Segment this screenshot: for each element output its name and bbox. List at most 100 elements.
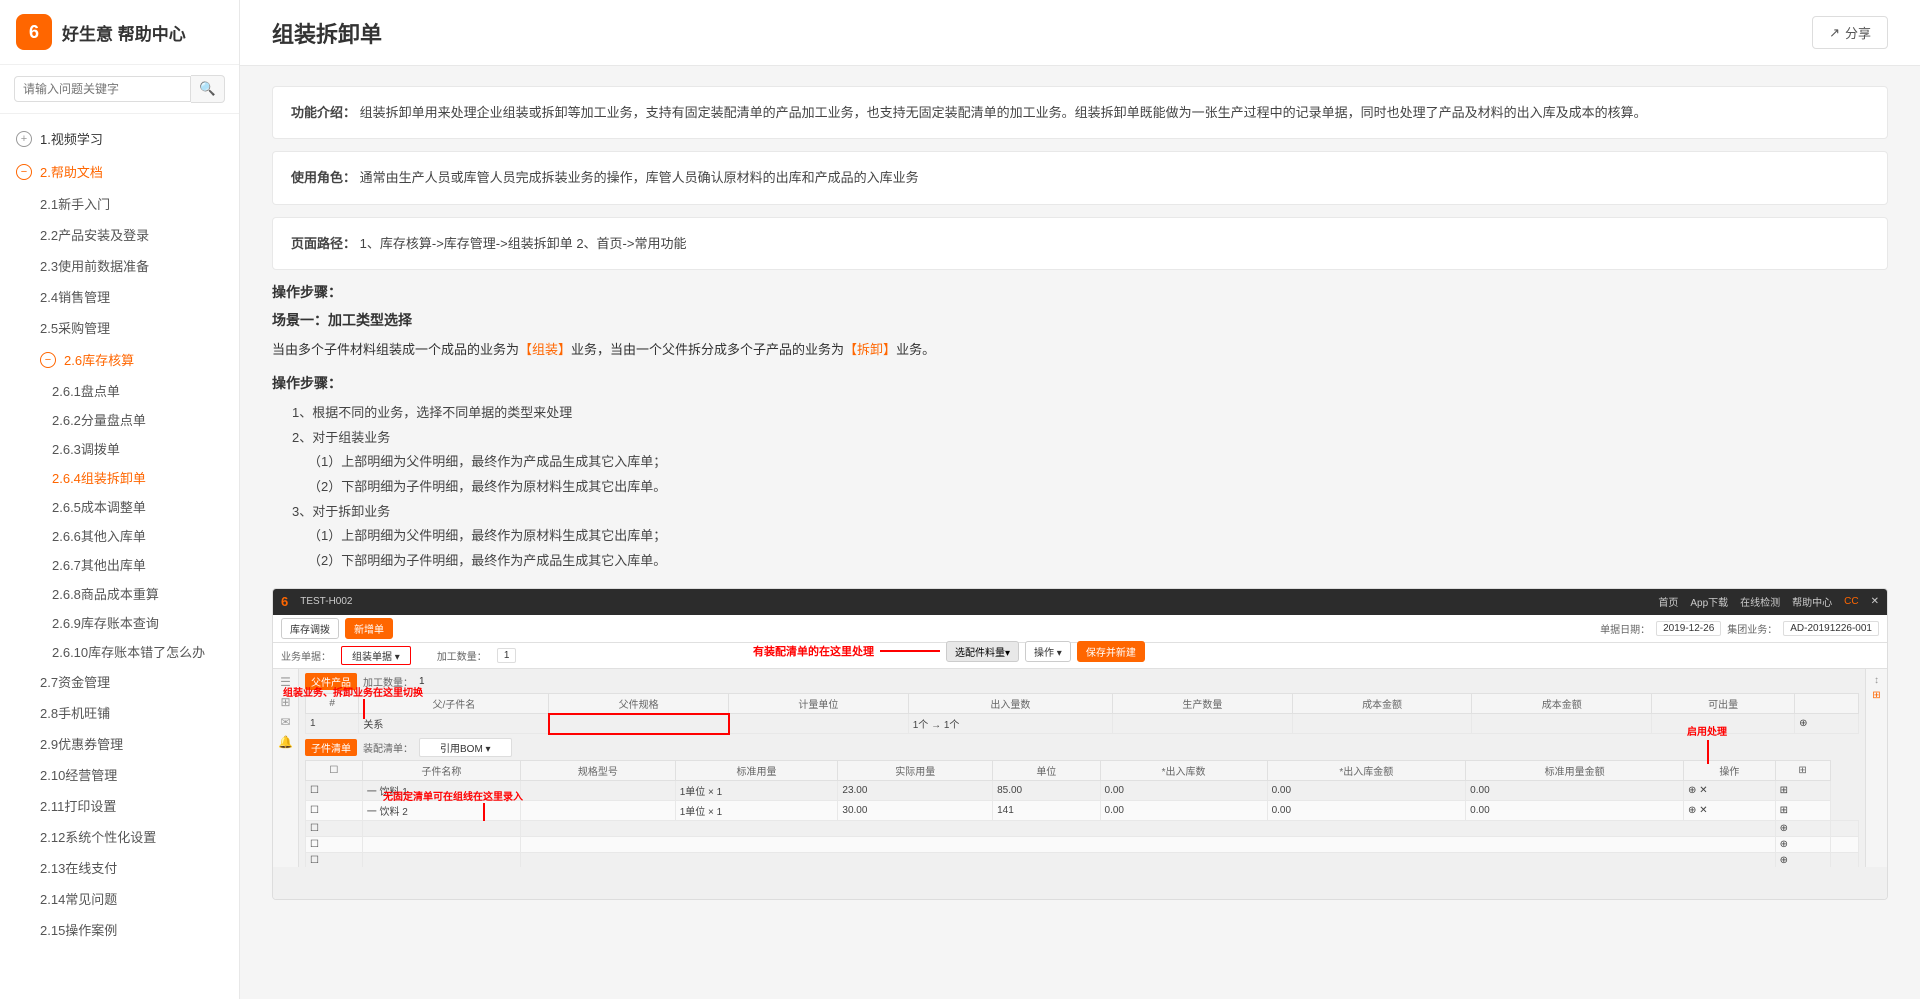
share-label: 分享 [1845, 23, 1871, 42]
logo-icon: 6 [16, 14, 52, 50]
sidebar-item-assembly[interactable]: 2.6.4组装拆卸单 [0, 463, 239, 492]
cell-check1[interactable]: ☐ [306, 780, 363, 800]
logo-text: 好生意 帮助中心 [62, 20, 186, 45]
main-header: 组装拆卸单 ↗ 分享 [240, 0, 1920, 66]
mock-lower-section-bar: 子件清单 装配清单： 引用BOM ▾ [305, 738, 1859, 757]
col-expand: ⊞ [1775, 760, 1830, 780]
sidebar: 6 好生意 帮助中心 🔍 + 1.视频学习 − 2.帮助文档 2.1新手入门 2… [0, 0, 240, 999]
sidebar-item-inventory[interactable]: − 2.6库存核算 [0, 343, 239, 376]
step3-sub1: （1）上部明细为父件明细，最终作为原材料生成其它出库单； [308, 524, 1888, 549]
sidebar-item-video[interactable]: + 1.视频学习 [0, 122, 239, 155]
cell-lstdcost1: 0.00 [1466, 780, 1684, 800]
mock-btn-more[interactable]: 操作 ▾ [1025, 641, 1071, 662]
annotation-area1: 有装配清单的在这里处理 选配件料量▾ 操作 ▾ 保存并新建 [753, 641, 1145, 662]
cell-lstd1: 1单位 × 1 [675, 780, 838, 800]
sidebar-item-sales[interactable]: 2.4销售管理 [0, 281, 239, 312]
mock-qty-label: 加工数量： [437, 648, 487, 663]
sidebar-item-install[interactable]: 2.2产品安装及登录 [0, 219, 239, 250]
cell-qty: 1个 → 1个 [908, 714, 1112, 734]
cell-check4[interactable]: ☐ [306, 836, 363, 852]
cell-check3[interactable]: ☐ [306, 820, 363, 836]
col-std-qty: 标准用量 [675, 760, 838, 780]
mock-btn-add[interactable]: 新增单 [345, 618, 393, 639]
mock-content-area: 父件产品 加工数量： 1 # 父/子件名 父件规格 [299, 669, 1865, 867]
sidebar-item-finance[interactable]: 2.7资金管理 [0, 666, 239, 697]
collapse-icon-docs: − [16, 164, 32, 180]
sidebar-item-goods-cost[interactable]: 2.6.8商品成本重算 [0, 579, 239, 608]
sidebar-item-stock-err[interactable]: 2.6.10库存账本错了怎么办 [0, 637, 239, 666]
cell-check2[interactable]: ☐ [306, 800, 363, 820]
cell-lact1[interactable]: ⊕ ✕ [1684, 780, 1776, 800]
sidebar-item-mobile[interactable]: 2.8手机旺铺 [0, 697, 239, 728]
mock-lower-table: ☐ 子件名称 规格型号 标准用量 实际用量 单位 *出入库数 *出入库金额 标准 [305, 760, 1859, 867]
sidebar-item-cases[interactable]: 2.15操作案例 [0, 914, 239, 945]
step3-sub2: （2）下部明细为子件明细，最终作为产成品生成其它入库单。 [308, 549, 1888, 574]
mock-btn-new[interactable]: 库存调拨 [281, 618, 339, 639]
mock-nav3: 在线检测 [1740, 594, 1780, 609]
cell-lexp4 [1830, 836, 1859, 852]
role-label: 使用角色： [291, 170, 356, 185]
search-bar[interactable]: 🔍 [0, 65, 239, 114]
cell-lexp3 [1830, 820, 1859, 836]
sidebar-item-other-out[interactable]: 2.6.7其他出库单 [0, 550, 239, 579]
table-row-lower-1: ☐ 一 饮料 1 1单位 × 1 23.00 85.00 0.00 0.00 [306, 780, 1859, 800]
mock-date-label: 单据日期： [1600, 621, 1650, 636]
annotation4-area: 无固定清单可在组线在这里录入 [383, 787, 523, 821]
ops-title: 操作步骤： [272, 282, 1888, 302]
cell-cost2 [1472, 714, 1652, 734]
step1: 1、根据不同的业务，选择不同单据的类型来处理 [292, 401, 1888, 426]
col-std-cost: 标准用量金额 [1466, 760, 1684, 780]
sidebar-item-count[interactable]: 2.6.1盘点单 [0, 376, 239, 405]
cell-spec [549, 714, 729, 734]
mock-bom-select[interactable]: 引用BOM ▾ [419, 738, 512, 757]
sidebar-item-ops[interactable]: 2.10经营管理 [0, 759, 239, 790]
cell-unit [729, 714, 909, 734]
annotation2-area: 组装业务、拆卸业务在这里切换 [283, 683, 423, 719]
sidebar-item-stock-check[interactable]: 2.6.9库存账本查询 [0, 608, 239, 637]
mock-body: ☰ ⊞ ✉ 🔔 父件产品 加工数量： 1 [273, 669, 1887, 867]
cell-lexp2[interactable]: ⊞ [1775, 800, 1830, 820]
ops-block: 操作步骤： 场景一：加工类型选择 当由多个子件材料组装成一个成品的业务为【组装】… [272, 282, 1888, 900]
sidebar-item-other-in[interactable]: 2.6.6其他入库单 [0, 521, 239, 550]
cell-lact4[interactable]: ⊕ [1775, 836, 1830, 852]
sidebar-item-faq[interactable]: 2.14常见问题 [0, 883, 239, 914]
annotation4-text: 无固定清单可在组线在这里录入 [383, 792, 523, 803]
cell-lact2[interactable]: ⊕ ✕ [1684, 800, 1776, 820]
cell-lact3[interactable]: ⊕ [1775, 820, 1830, 836]
cell-action[interactable]: ⊕ [1795, 714, 1859, 734]
sidebar-nav: + 1.视频学习 − 2.帮助文档 2.1新手入门 2.2产品安装及登录 2.3… [0, 114, 239, 999]
cell-empty4 [520, 836, 1775, 852]
cell-lact5[interactable]: ⊕ [1775, 852, 1830, 867]
sidebar-item-coupon[interactable]: 2.9优惠券管理 [0, 728, 239, 759]
mock-qty-val[interactable]: 1 [497, 648, 517, 663]
sidebar-item-docs[interactable]: − 2.帮助文档 [0, 155, 239, 188]
sidebar-item-print[interactable]: 2.11打印设置 [0, 790, 239, 821]
col-spec2: 规格型号 [520, 760, 675, 780]
mock-biztype-val[interactable]: 组装单据 ▾ [341, 646, 411, 665]
cell-prod [1112, 714, 1292, 734]
sidebar-item-custom[interactable]: 2.12系统个性化设置 [0, 821, 239, 852]
col-unit: 计量单位 [729, 693, 909, 714]
search-input[interactable] [14, 76, 191, 102]
sidebar-item-new[interactable]: 2.1新手入门 [0, 188, 239, 219]
cell-check5[interactable]: ☐ [306, 852, 363, 867]
sidebar-item-purchase[interactable]: 2.5采购管理 [0, 312, 239, 343]
sidebar-item-cost[interactable]: 2.6.5成本调整单 [0, 492, 239, 521]
intro-section: 功能介绍： 组装拆卸单用来处理企业组装或拆卸等加工业务，支持有固定装配清单的产品… [272, 86, 1888, 139]
sidebar-item-data[interactable]: 2.3使用前数据准备 [0, 250, 239, 281]
sidebar-item-split-count[interactable]: 2.6.2分量盘点单 [0, 405, 239, 434]
mock-btn-dispatch[interactable]: 选配件料量▾ [946, 641, 1019, 662]
search-button[interactable]: 🔍 [191, 75, 225, 103]
cell-empty3 [520, 820, 1775, 836]
mock-btn-save[interactable]: 保存并新建 [1077, 641, 1145, 662]
path-text: 1、库存核算->库存管理->组装拆卸单 2、首页->常用功能 [360, 236, 687, 251]
cell-lexp1[interactable]: ⊞ [1775, 780, 1830, 800]
sidebar-item-online-pay[interactable]: 2.13在线支付 [0, 852, 239, 883]
sidebar-item-adjust[interactable]: 2.6.3调拨单 [0, 434, 239, 463]
col-qty: 出入量数 [908, 693, 1112, 714]
share-button[interactable]: ↗ 分享 [1812, 16, 1888, 49]
annotation1-text: 有装配清单的在这里处理 [753, 643, 874, 659]
col-actions [1795, 693, 1859, 714]
col-actual-qty: 实际用量 [838, 760, 993, 780]
role-section: 使用角色： 通常由生产人员或库管人员完成拆装业务的操作，库管人员确认原材料的出库… [272, 151, 1888, 204]
